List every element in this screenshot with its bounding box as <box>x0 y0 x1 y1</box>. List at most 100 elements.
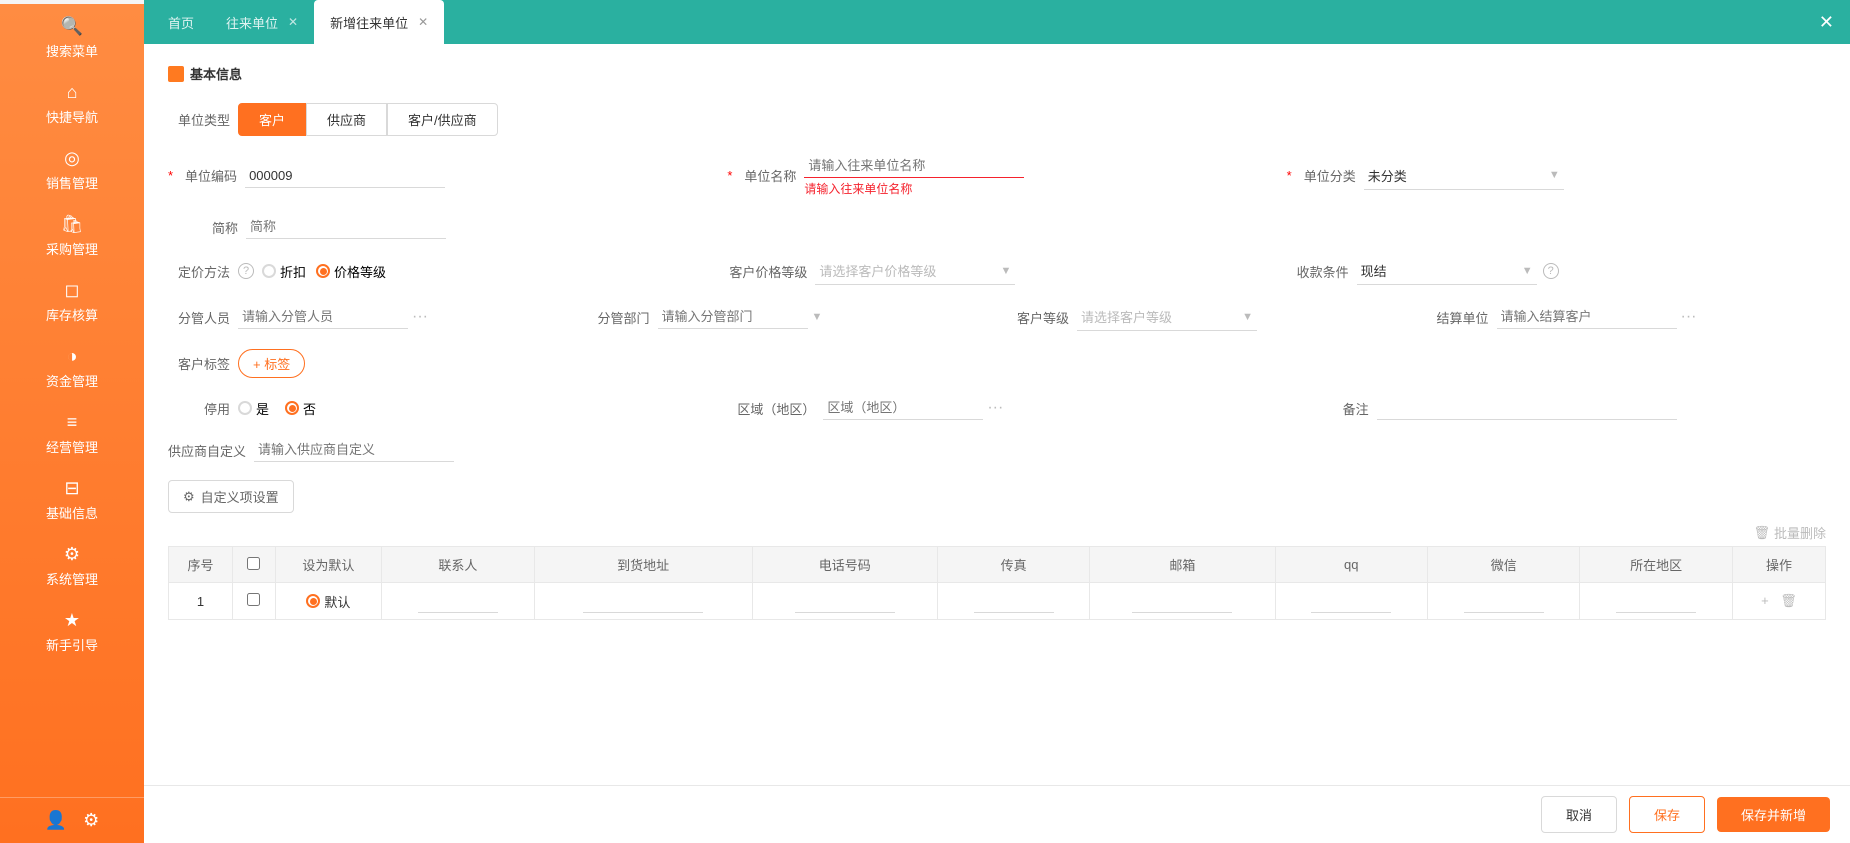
sidebar-item-newbie[interactable]: ★ 新手引导 <box>0 598 144 664</box>
delete-row-icon[interactable]: 🗑 <box>1780 593 1797 608</box>
row-fax <box>937 583 1089 620</box>
row-phone <box>752 583 937 620</box>
sidebar-item-quicknav[interactable]: ⌂ 快捷导航 <box>0 70 144 136</box>
unit-btn-customer[interactable]: 客户 <box>238 103 306 136</box>
unit-code-field: * 单位编码 <box>168 164 707 188</box>
region-dots[interactable]: ··· <box>983 399 1007 417</box>
status-row: 停用 是 否 区域（地区） ··· 备注 <box>168 396 1826 420</box>
payment-terms-select[interactable]: 现结 ▼ <box>1357 257 1537 285</box>
contact-input[interactable] <box>418 589 498 613</box>
row-region-input[interactable] <box>1616 589 1696 613</box>
tab-new-partner-close[interactable]: ✕ <box>418 15 428 29</box>
note-input[interactable] <box>1377 396 1677 420</box>
tab-partners[interactable]: 往来单位 ✕ <box>210 0 314 44</box>
tab-partners-label: 往来单位 <box>226 13 278 32</box>
pricing-discount-radio[interactable]: 折扣 <box>262 262 306 281</box>
sidebar: 🔍 搜索菜单 ⌂ 快捷导航 ◎ 销售管理 🛍 采购管理 ◻ 库存核算 ◑ 资金管… <box>0 0 144 843</box>
tag-add-label: + 标签 <box>253 354 290 373</box>
email-input[interactable] <box>1132 589 1232 613</box>
department-input[interactable] <box>658 305 808 329</box>
custom-settings-label: 自定义项设置 <box>201 487 279 506</box>
pricing-level-radio[interactable]: 价格等级 <box>316 262 386 281</box>
cancel-button[interactable]: 取消 <box>1541 796 1617 833</box>
sidebar-item-label: 采购管理 <box>46 239 98 258</box>
sidebar-item-search[interactable]: 🔍 搜索菜单 <box>0 4 144 70</box>
sidebar-item-label: 销售管理 <box>46 173 98 192</box>
fax-input[interactable] <box>974 589 1054 613</box>
unit-category-select[interactable]: 未分类 ▼ <box>1364 162 1564 190</box>
user-icon[interactable]: 👤 <box>45 810 67 831</box>
sidebar-item-label: 基础信息 <box>46 503 98 522</box>
settlement-dots[interactable]: ··· <box>1677 308 1701 326</box>
row-wechat <box>1428 583 1580 620</box>
tab-bar-close-all[interactable]: ✕ <box>1811 8 1842 37</box>
chevron-down-icon: ▼ <box>1000 265 1011 277</box>
payment-terms-hint[interactable]: ? <box>1543 263 1559 279</box>
disabled-yes-radio[interactable]: 是 <box>238 399 269 418</box>
address-input[interactable] <box>583 589 703 613</box>
sidebar-item-operations[interactable]: ≡ 经营管理 <box>0 400 144 466</box>
region-input[interactable] <box>823 396 983 420</box>
supplier-custom-input[interactable] <box>254 438 454 462</box>
unit-code-input[interactable] <box>245 164 445 188</box>
short-name-input[interactable] <box>246 215 446 239</box>
unit-btn-both[interactable]: 客户/供应商 <box>387 103 498 136</box>
phone-input[interactable] <box>795 589 895 613</box>
manager-input[interactable] <box>238 305 408 329</box>
unit-name-input[interactable] <box>804 154 1024 178</box>
pricing-level-label: 价格等级 <box>334 262 386 281</box>
customer-price-field: 客户价格等级 请选择客户价格等级 ▼ <box>727 257 1266 285</box>
sidebar-item-label: 库存核算 <box>46 305 98 324</box>
department-chevron: ▼ <box>812 311 823 323</box>
settlement-input[interactable] <box>1497 305 1677 329</box>
add-row-icon[interactable]: + <box>1761 593 1769 608</box>
sidebar-bottom: 👤 ⚙ <box>0 797 144 843</box>
custom-settings-button[interactable]: ⚙ 自定义项设置 <box>168 480 294 513</box>
region-label: 区域（地区） <box>737 399 823 418</box>
pricing-method-area: 折扣 价格等级 <box>262 262 386 281</box>
row-check[interactable] <box>247 593 260 606</box>
region-field: 区域（地区） ··· <box>737 396 1256 420</box>
row-email <box>1090 583 1275 620</box>
unit-btn-supplier[interactable]: 供应商 <box>306 103 387 136</box>
newbie-icon: ★ <box>64 610 80 631</box>
customer-price-placeholder: 请选择客户价格等级 <box>819 261 996 280</box>
tab-partners-close[interactable]: ✕ <box>288 15 298 29</box>
sidebar-item-sales[interactable]: ◎ 销售管理 <box>0 136 144 202</box>
save-button[interactable]: 保存 <box>1629 796 1705 833</box>
pricing-method-hint[interactable]: ? <box>238 263 254 279</box>
unit-name-field: * 单位名称 请输入往来单位名称 <box>727 154 1266 197</box>
tag-add-button[interactable]: + 标签 <box>238 349 305 378</box>
tab-home[interactable]: 首页 <box>152 0 210 44</box>
save-new-button[interactable]: 保存并新增 <box>1717 797 1830 832</box>
supplier-custom-row: 供应商自定义 <box>168 438 1826 462</box>
sidebar-item-finance[interactable]: ◑ 资金管理 <box>0 334 144 400</box>
sidebar-item-basic[interactable]: ⊟ 基础信息 <box>0 466 144 532</box>
sidebar-item-purchase[interactable]: 🛍 采购管理 <box>0 202 144 268</box>
purchase-icon: 🛍 <box>61 214 84 235</box>
sidebar-item-system[interactable]: ⚙ 系统管理 <box>0 532 144 598</box>
row-actions: + 🗑 <box>1732 583 1825 620</box>
operations-icon: ≡ <box>67 412 78 433</box>
row-default-radio[interactable]: 默认 <box>282 592 376 611</box>
customer-price-select[interactable]: 请选择客户价格等级 ▼ <box>815 257 1015 285</box>
batch-delete-label[interactable]: 批量删除 <box>1774 523 1826 542</box>
disabled-no-label: 否 <box>303 399 316 418</box>
sidebar-item-label: 经营管理 <box>46 437 98 456</box>
settings-icon[interactable]: ⚙ <box>83 810 99 831</box>
wechat-input[interactable] <box>1464 589 1544 613</box>
sidebar-item-inventory[interactable]: ◻ 库存核算 <box>0 268 144 334</box>
select-all-checkbox[interactable] <box>247 557 260 570</box>
pricing-discount-label: 折扣 <box>280 262 306 281</box>
customer-level-field: 客户等级 请选择客户等级 ▼ <box>1007 303 1407 331</box>
customer-level-select[interactable]: 请选择客户等级 ▼ <box>1077 303 1257 331</box>
manager-dots[interactable]: ··· <box>408 308 432 326</box>
sidebar-item-label: 资金管理 <box>46 371 98 390</box>
col-contact: 联系人 <box>382 547 534 583</box>
qq-input[interactable] <box>1311 589 1391 613</box>
disabled-no-radio[interactable]: 否 <box>285 399 316 418</box>
default-circle <box>306 594 320 608</box>
settlement-field: 结算单位 ··· <box>1427 305 1827 329</box>
main-area: 首页 往来单位 ✕ 新增往来单位 ✕ ✕ 基本信息 单位类型 客户 供应商 客户… <box>144 0 1850 843</box>
tab-new-partner[interactable]: 新增往来单位 ✕ <box>314 0 444 44</box>
